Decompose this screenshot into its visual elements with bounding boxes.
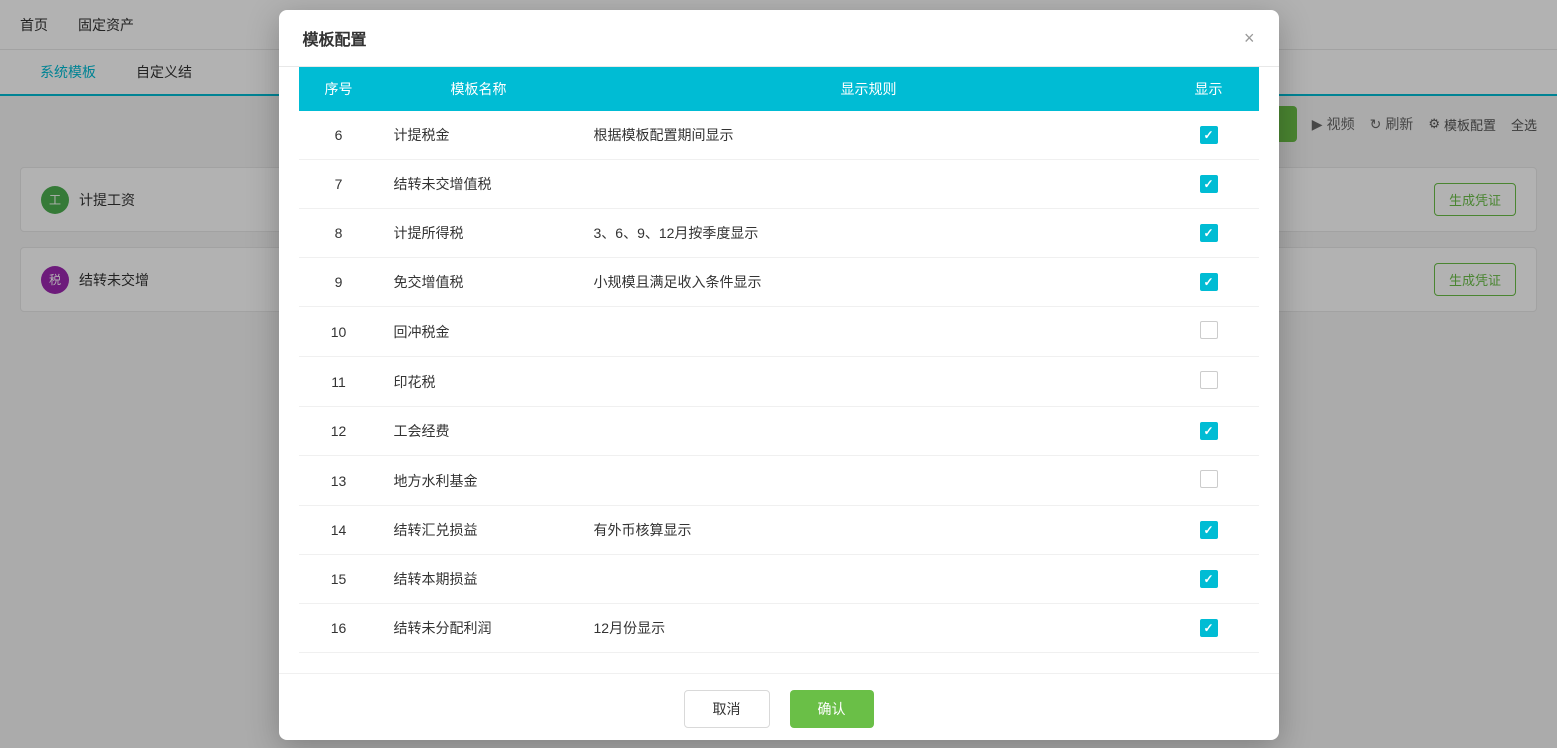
table-row: 9免交增值税小规模且满足收入条件显示 bbox=[299, 258, 1259, 307]
table-row: 8计提所得税3、6、9、12月按季度显示 bbox=[299, 209, 1259, 258]
cell-check-0 bbox=[1159, 111, 1259, 160]
cell-rule-1 bbox=[579, 160, 1159, 209]
cell-name-1: 结转未交增值税 bbox=[379, 160, 579, 209]
cell-id-1: 7 bbox=[299, 160, 379, 209]
checkbox-8[interactable] bbox=[1200, 521, 1218, 539]
cell-check-2 bbox=[1159, 209, 1259, 258]
cell-check-1 bbox=[1159, 160, 1259, 209]
table-row: 11印花税 bbox=[299, 357, 1259, 407]
close-button[interactable]: × bbox=[1244, 29, 1255, 47]
cell-name-10: 结转未分配利润 bbox=[379, 604, 579, 653]
checkbox-6[interactable] bbox=[1200, 422, 1218, 440]
cell-rule-7 bbox=[579, 456, 1159, 506]
cell-name-3: 免交增值税 bbox=[379, 258, 579, 307]
cell-rule-4 bbox=[579, 307, 1159, 357]
dialog-footer: 取消 确认 bbox=[279, 673, 1279, 740]
col-header-id: 序号 bbox=[299, 67, 379, 111]
cell-id-0: 6 bbox=[299, 111, 379, 160]
dialog-header: 模板配置 × bbox=[279, 10, 1279, 67]
col-header-name: 模板名称 bbox=[379, 67, 579, 111]
cell-id-9: 15 bbox=[299, 555, 379, 604]
cell-id-7: 13 bbox=[299, 456, 379, 506]
dialog-title: 模板配置 bbox=[303, 26, 367, 50]
cell-check-3 bbox=[1159, 258, 1259, 307]
cell-rule-5 bbox=[579, 357, 1159, 407]
config-table: 序号 模板名称 显示规则 显示 6计提税金根据模板配置期间显示7结转未交增值税8… bbox=[299, 67, 1259, 653]
cell-name-7: 地方水利基金 bbox=[379, 456, 579, 506]
cell-rule-10: 12月份显示 bbox=[579, 604, 1159, 653]
table-row: 13地方水利基金 bbox=[299, 456, 1259, 506]
cell-rule-0: 根据模板配置期间显示 bbox=[579, 111, 1159, 160]
cell-name-0: 计提税金 bbox=[379, 111, 579, 160]
cell-name-2: 计提所得税 bbox=[379, 209, 579, 258]
cell-rule-8: 有外币核算显示 bbox=[579, 506, 1159, 555]
cell-id-6: 12 bbox=[299, 407, 379, 456]
cell-rule-3: 小规模且满足收入条件显示 bbox=[579, 258, 1159, 307]
checkbox-3[interactable] bbox=[1200, 273, 1218, 291]
col-header-rule: 显示规则 bbox=[579, 67, 1159, 111]
cell-id-10: 16 bbox=[299, 604, 379, 653]
cell-id-3: 9 bbox=[299, 258, 379, 307]
table-row: 14结转汇兑损益有外币核算显示 bbox=[299, 506, 1259, 555]
cell-check-5 bbox=[1159, 357, 1259, 407]
cell-id-5: 11 bbox=[299, 357, 379, 407]
confirm-button[interactable]: 确认 bbox=[790, 690, 874, 728]
table-row: 12工会经费 bbox=[299, 407, 1259, 456]
checkbox-0[interactable] bbox=[1200, 126, 1218, 144]
table-header: 序号 模板名称 显示规则 显示 bbox=[299, 67, 1259, 111]
checkbox-9[interactable] bbox=[1200, 570, 1218, 588]
checkbox-10[interactable] bbox=[1200, 619, 1218, 637]
cell-id-2: 8 bbox=[299, 209, 379, 258]
cell-check-4 bbox=[1159, 307, 1259, 357]
cell-check-8 bbox=[1159, 506, 1259, 555]
checkbox-5[interactable] bbox=[1200, 371, 1218, 389]
cell-check-6 bbox=[1159, 407, 1259, 456]
cell-name-8: 结转汇兑损益 bbox=[379, 506, 579, 555]
table-row: 10回冲税金 bbox=[299, 307, 1259, 357]
table-row: 7结转未交增值税 bbox=[299, 160, 1259, 209]
cell-rule-2: 3、6、9、12月按季度显示 bbox=[579, 209, 1159, 258]
cell-id-8: 14 bbox=[299, 506, 379, 555]
checkbox-2[interactable] bbox=[1200, 224, 1218, 242]
checkbox-4[interactable] bbox=[1200, 321, 1218, 339]
cell-id-4: 10 bbox=[299, 307, 379, 357]
cell-check-10 bbox=[1159, 604, 1259, 653]
cancel-button[interactable]: 取消 bbox=[684, 690, 770, 728]
cell-rule-9 bbox=[579, 555, 1159, 604]
checkbox-7[interactable] bbox=[1200, 470, 1218, 488]
col-header-show: 显示 bbox=[1159, 67, 1259, 111]
modal-overlay: 模板配置 × 序号 模板名称 显示规则 显示 6计提税金根据模板配置期间显示7结… bbox=[0, 0, 1557, 748]
cell-check-9 bbox=[1159, 555, 1259, 604]
cell-name-4: 回冲税金 bbox=[379, 307, 579, 357]
cell-name-5: 印花税 bbox=[379, 357, 579, 407]
cell-name-9: 结转本期损益 bbox=[379, 555, 579, 604]
dialog-body: 序号 模板名称 显示规则 显示 6计提税金根据模板配置期间显示7结转未交增值税8… bbox=[279, 67, 1279, 673]
cell-name-6: 工会经费 bbox=[379, 407, 579, 456]
checkbox-1[interactable] bbox=[1200, 175, 1218, 193]
table-body: 6计提税金根据模板配置期间显示7结转未交增值税8计提所得税3、6、9、12月按季… bbox=[299, 111, 1259, 653]
table-row: 6计提税金根据模板配置期间显示 bbox=[299, 111, 1259, 160]
cell-rule-6 bbox=[579, 407, 1159, 456]
template-config-dialog: 模板配置 × 序号 模板名称 显示规则 显示 6计提税金根据模板配置期间显示7结… bbox=[279, 10, 1279, 740]
table-row: 16结转未分配利润12月份显示 bbox=[299, 604, 1259, 653]
cell-check-7 bbox=[1159, 456, 1259, 506]
table-row: 15结转本期损益 bbox=[299, 555, 1259, 604]
